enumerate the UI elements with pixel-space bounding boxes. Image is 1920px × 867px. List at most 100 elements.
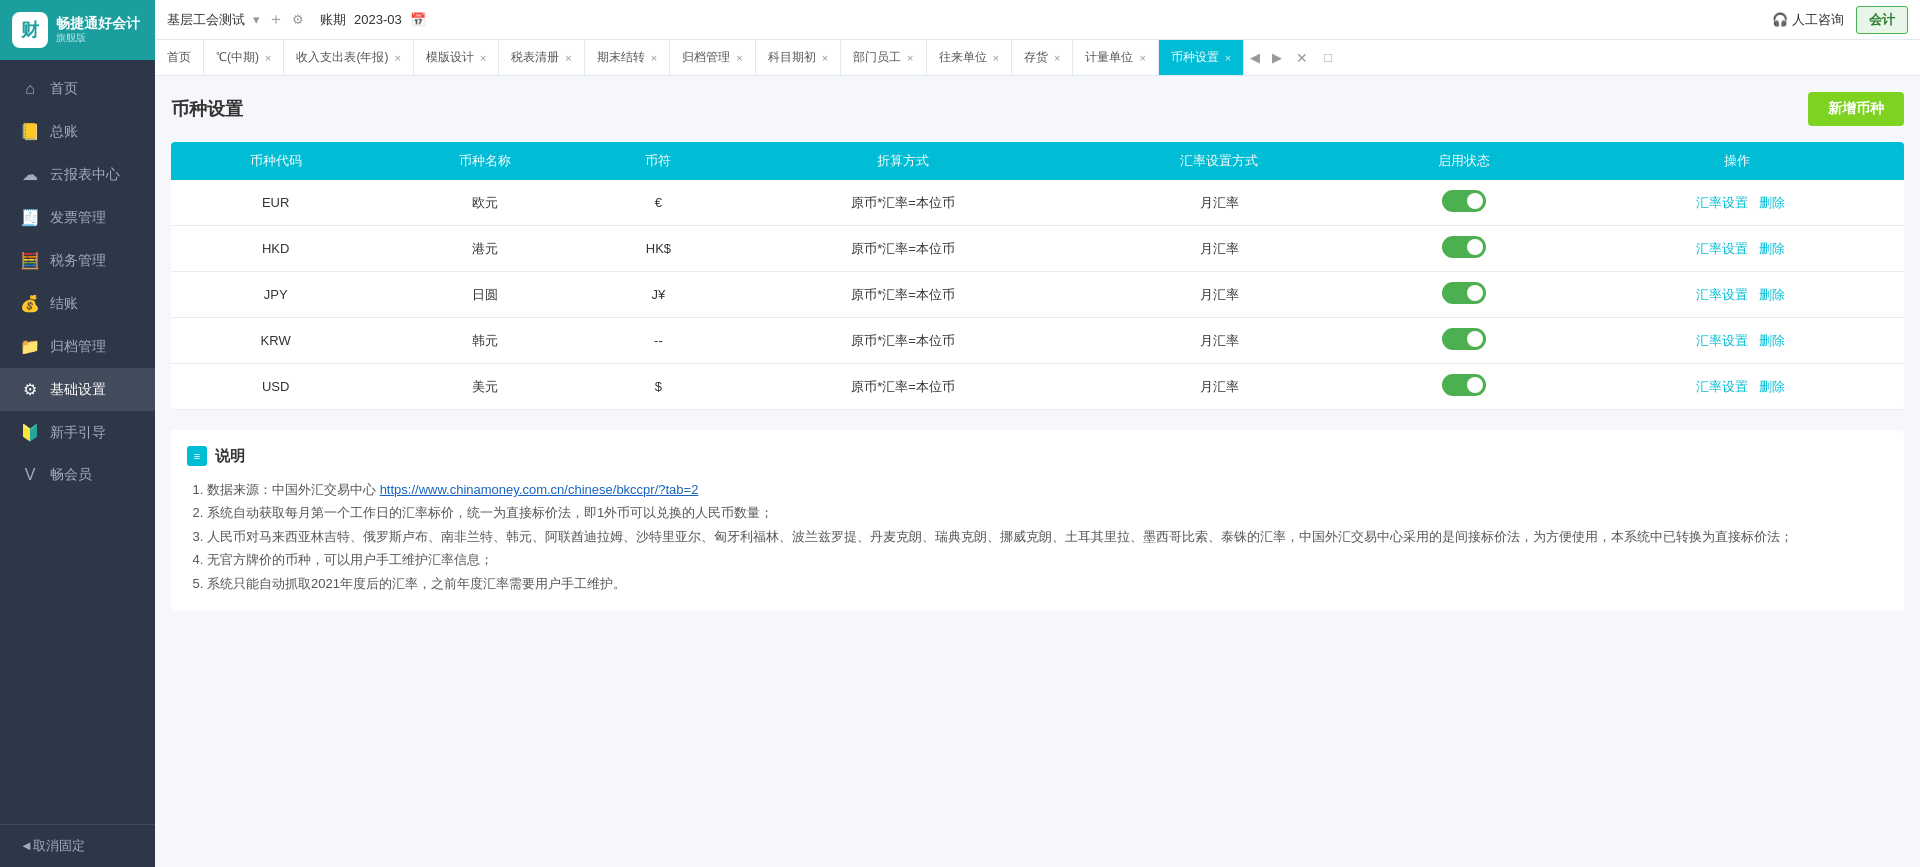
col-币种代码: 币种代码 — [171, 142, 380, 180]
table-row: EUR 欧元 € 原币*汇率=本位币 月汇率 汇率设置 删除 — [171, 180, 1904, 226]
sidebar-logo: 财 畅捷通好会计 旗舰版 — [0, 0, 155, 60]
tab-label-income: 收入支出表(年报) — [296, 49, 388, 66]
tab-balance[interactable]: ℃(中期)× — [204, 40, 284, 76]
tab-close-subject[interactable]: × — [822, 52, 828, 64]
rate-setting-USD[interactable]: 汇率设置 — [1696, 379, 1748, 394]
tab-close-inventory[interactable]: × — [1054, 52, 1060, 64]
tab-home[interactable]: 首页 — [155, 40, 204, 76]
tab-label-tax: 税表清册 — [511, 49, 559, 66]
tab-close-balance[interactable]: × — [265, 52, 271, 64]
note-item-3: 无官方牌价的币种，可以用户手工维护汇率信息； — [207, 548, 1888, 571]
delete-HKD[interactable]: 删除 — [1759, 241, 1785, 256]
toggle-HKD[interactable] — [1442, 236, 1486, 258]
tab-inventory[interactable]: 存货× — [1012, 40, 1073, 76]
cell-calc: 原币*汇率=本位币 — [727, 364, 1079, 410]
accounting-button[interactable]: 会计 — [1856, 6, 1908, 34]
sidebar-item-basic[interactable]: ⚙基础设置 — [0, 368, 155, 411]
tab-close-partner[interactable]: × — [993, 52, 999, 64]
rate-setting-EUR[interactable]: 汇率设置 — [1696, 195, 1748, 210]
rate-setting-JPY[interactable]: 汇率设置 — [1696, 287, 1748, 302]
tab-next[interactable]: ▶ — [1266, 40, 1288, 76]
sidebar: 财 畅捷通好会计 旗舰版 ⌂首页📒总账☁云报表中心🧾发票管理🧮税务管理💰结账📁归… — [0, 0, 155, 867]
tab-close-archive[interactable]: × — [736, 52, 742, 64]
cell-code: JPY — [171, 272, 380, 318]
tab-partner[interactable]: 往来单位× — [927, 40, 1012, 76]
close-all-tabs[interactable]: ✕ — [1288, 40, 1316, 76]
tab-prev[interactable]: ◀ — [1244, 40, 1266, 76]
tab-dept[interactable]: 部门员工× — [841, 40, 926, 76]
tab-close-unit[interactable]: × — [1139, 52, 1145, 64]
sidebar-item-reports[interactable]: ☁云报表中心 — [0, 153, 155, 196]
tab-income[interactable]: 收入支出表(年报) × — [284, 40, 413, 76]
cell-name: 港元 — [380, 226, 589, 272]
sidebar-item-settle[interactable]: 💰结账 — [0, 282, 155, 325]
cell-action: 汇率设置 删除 — [1569, 180, 1904, 226]
tab-unit[interactable]: 计量单位 × — [1073, 40, 1158, 76]
sidebar-item-home[interactable]: ⌂首页 — [0, 68, 155, 110]
page-title: 币种设置 — [171, 97, 243, 121]
toggle-KRW[interactable] — [1442, 328, 1486, 350]
sidebar-item-member[interactable]: V畅会员 — [0, 454, 155, 496]
delete-USD[interactable]: 删除 — [1759, 379, 1785, 394]
rate-setting-HKD[interactable]: 汇率设置 — [1696, 241, 1748, 256]
company-dropdown-icon[interactable]: ▾ — [253, 12, 260, 27]
consult-button[interactable]: 🎧 人工咨询 — [1772, 11, 1844, 29]
tab-close-currency[interactable]: × — [1225, 52, 1231, 64]
invoice-icon: 🧾 — [20, 208, 40, 227]
tab-close-dept[interactable]: × — [907, 52, 913, 64]
add-tab-button[interactable]: ＋ — [268, 9, 284, 30]
expand-tab[interactable]: □ — [1316, 40, 1340, 76]
tab-close-template[interactable]: × — [480, 52, 486, 64]
col-汇率设置方式: 汇率设置方式 — [1079, 142, 1360, 180]
new-currency-button[interactable]: 新增币种 — [1808, 92, 1904, 126]
main-area: 基层工会测试 ▾ ＋ ⚙ 账期 2023-03 📅 🎧 人工咨询 会计 首页℃(… — [155, 0, 1920, 867]
tab-close-period[interactable]: × — [651, 52, 657, 64]
guide-icon: 🔰 — [20, 423, 40, 442]
sidebar-item-invoice[interactable]: 🧾发票管理 — [0, 196, 155, 239]
tab-tax[interactable]: 税表清册 × — [499, 40, 584, 76]
home-icon: ⌂ — [20, 80, 40, 98]
rate-setting-KRW[interactable]: 汇率设置 — [1696, 333, 1748, 348]
cell-name: 日圆 — [380, 272, 589, 318]
sidebar-item-archive[interactable]: 📁归档管理 — [0, 325, 155, 368]
sidebar-item-guide[interactable]: 🔰 新手引导 — [0, 411, 155, 454]
notes-icon: ≡ — [187, 446, 207, 466]
sidebar-item-tax[interactable]: 🧮税务管理 — [0, 239, 155, 282]
sidebar-item-ledger[interactable]: 📒总账 — [0, 110, 155, 153]
tabbar: 首页℃(中期)×收入支出表(年报)×模版设计×税表清册×期末结转×归档管理×科目… — [155, 40, 1920, 76]
toggle-knob-KRW — [1467, 331, 1483, 347]
tab-label-unit: 计量单位 — [1085, 49, 1133, 66]
cell-calc: 原币*汇率=本位币 — [727, 272, 1079, 318]
notes-link[interactable]: https://www.chinamoney.com.cn/chinese/bk… — [380, 482, 699, 497]
delete-KRW[interactable]: 删除 — [1759, 333, 1785, 348]
toggle-USD[interactable] — [1442, 374, 1486, 396]
cell-code: EUR — [171, 180, 380, 226]
tab-label-archive: 归档管理 — [682, 49, 730, 66]
toggle-JPY[interactable] — [1442, 282, 1486, 304]
tax-icon: 🧮 — [20, 251, 40, 270]
calendar-icon[interactable]: 📅 — [410, 12, 426, 27]
cell-rate-type: 月汇率 — [1079, 180, 1360, 226]
period-label: 账期 — [320, 11, 346, 29]
settings-icon[interactable]: ⚙ — [292, 12, 304, 27]
note-item-4: 系统只能自动抓取2021年度后的汇率，之前年度汇率需要用户手工维护。 — [207, 572, 1888, 595]
tab-close-income[interactable]: × — [394, 52, 400, 64]
consult-label: 人工咨询 — [1792, 11, 1844, 29]
pin-toggle[interactable]: ◄取消固定 — [0, 824, 155, 867]
tab-currency[interactable]: 币种设置× — [1159, 40, 1244, 76]
tab-period[interactable]: 期末结转× — [585, 40, 670, 76]
toggle-EUR[interactable] — [1442, 190, 1486, 212]
delete-EUR[interactable]: 删除 — [1759, 195, 1785, 210]
cell-enabled — [1360, 180, 1569, 226]
tab-archive[interactable]: 归档管理 × — [670, 40, 755, 76]
cell-action: 汇率设置 删除 — [1569, 318, 1904, 364]
member-icon: V — [20, 466, 40, 484]
tab-subject[interactable]: 科目期初× — [756, 40, 841, 76]
col-币种名称: 币种名称 — [380, 142, 589, 180]
sidebar-label-guide: 新手引导 — [50, 424, 106, 442]
tab-close-tax[interactable]: × — [565, 52, 571, 64]
settle-icon: 💰 — [20, 294, 40, 313]
cell-code: USD — [171, 364, 380, 410]
delete-JPY[interactable]: 删除 — [1759, 287, 1785, 302]
tab-template[interactable]: 模版设计× — [414, 40, 499, 76]
